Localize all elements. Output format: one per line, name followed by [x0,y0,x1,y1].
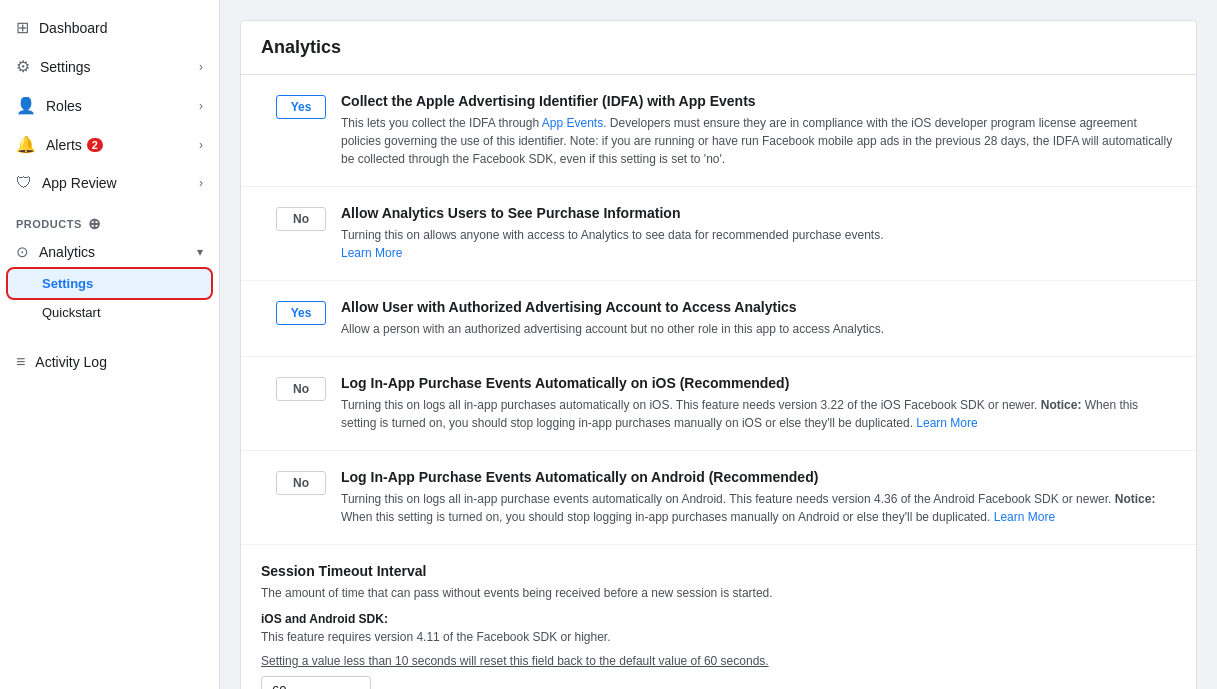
main-content: Analytics Yes Collect the Apple Advertis… [220,0,1217,689]
setting-title-idfa: Collect the Apple Advertising Identifier… [341,93,1176,109]
chevron-right-icon: › [199,176,203,190]
setting-title-android-purchase: Log In-App Purchase Events Automatically… [341,469,1176,485]
session-timeout-section: Session Timeout Interval The amount of t… [241,545,1196,689]
circle-check-icon: ⊙ [16,243,29,261]
setting-row-ios-purchase: No Log In-App Purchase Events Automatica… [241,357,1196,451]
toggle-btn-purchase-info[interactable]: No [276,207,326,231]
ios-android-desc2: Setting a value less than 10 seconds wil… [261,652,1176,670]
setting-content-android-purchase: Log In-App Purchase Events Automatically… [341,469,1176,526]
sidebar-item-analytics[interactable]: ⊙ Analytics ▾ [0,235,219,269]
setting-row-authorized-adv: Yes Allow User with Authorized Advertisi… [241,281,1196,357]
toggle-btn-android-purchase[interactable]: No [276,471,326,495]
setting-title-authorized-adv: Allow User with Authorized Advertising A… [341,299,1176,315]
setting-desc-purchase-info: Turning this on allows anyone with acces… [341,226,1176,262]
chevron-right-icon: › [199,138,203,152]
toggle-area-purchase-info: No [261,205,341,231]
ios-android-desc1: This feature requires version 4.11 of th… [261,628,1176,646]
sidebar-item-label: Alerts [46,137,82,153]
dashboard-icon: ⊞ [16,18,29,37]
session-timeout-title: Session Timeout Interval [261,563,1176,579]
sidebar-item-app-review[interactable]: 🛡 App Review › [0,164,219,202]
setting-desc-ios-purchase: Turning this on logs all in-app purchase… [341,396,1176,432]
sidebar-item-dashboard[interactable]: ⊞ Dashboard [0,8,219,47]
chevron-down-icon: ▾ [197,245,203,259]
alerts-badge: 2 [87,138,103,152]
toggle-area-ios-purchase: No [261,375,341,401]
bell-icon: 🔔 [16,135,36,154]
setting-row-android-purchase: No Log In-App Purchase Events Automatica… [241,451,1196,545]
setting-content-ios-purchase: Log In-App Purchase Events Automatically… [341,375,1176,432]
setting-row-idfa: Yes Collect the Apple Advertising Identi… [241,75,1196,187]
app-events-link[interactable]: App Events [542,116,603,130]
sidebar-item-alerts[interactable]: 🔔 Alerts 2 › [0,125,219,164]
sidebar: ⊞ Dashboard ⚙ Settings › 👤 Roles › 🔔 Ale… [0,0,220,689]
setting-content-purchase-info: Allow Analytics Users to See Purchase In… [341,205,1176,262]
ios-android-sdk-label: iOS and Android SDK: [261,612,1176,626]
setting-row-purchase-info: No Allow Analytics Users to See Purchase… [241,187,1196,281]
setting-content-authorized-adv: Allow User with Authorized Advertising A… [341,299,1176,338]
sidebar-item-label: Settings [40,59,91,75]
sidebar-item-label: Dashboard [39,20,108,36]
settings-icon: ⚙ [16,57,30,76]
session-timeout-input[interactable] [261,676,371,689]
chevron-right-icon: › [199,60,203,74]
session-timeout-desc: The amount of time that can pass without… [261,584,1176,602]
toggle-btn-idfa[interactable]: Yes [276,95,326,119]
roles-icon: 👤 [16,96,36,115]
setting-title-ios-purchase: Log In-App Purchase Events Automatically… [341,375,1176,391]
sidebar-item-label: Roles [46,98,82,114]
sub-item-label: Quickstart [42,305,101,320]
sidebar-sub-item-quickstart[interactable]: Quickstart [0,298,219,327]
setting-content-idfa: Collect the Apple Advertising Identifier… [341,93,1176,168]
products-section-label: PRODUCTS ⊕ [0,202,219,235]
sidebar-sub-item-settings[interactable]: Settings [8,269,211,298]
toggle-area-idfa: Yes [261,93,341,119]
learn-more-link-android[interactable]: Learn More [994,510,1055,524]
toggle-btn-authorized-adv[interactable]: Yes [276,301,326,325]
card-header: Analytics [241,21,1196,75]
setting-title-purchase-info: Allow Analytics Users to See Purchase In… [341,205,1176,221]
learn-more-link-ios[interactable]: Learn More [916,416,977,430]
setting-desc-idfa: This lets you collect the IDFA through A… [341,114,1176,168]
sidebar-item-label: App Review [42,175,117,191]
toggle-area-android-purchase: No [261,469,341,495]
setting-desc-android-purchase: Turning this on logs all in-app purchase… [341,490,1176,526]
shield-icon: 🛡 [16,174,32,192]
toggle-area-authorized-adv: Yes [261,299,341,325]
add-product-button[interactable]: ⊕ [88,216,102,231]
chevron-right-icon: › [199,99,203,113]
sidebar-item-activity-log[interactable]: ≡ Activity Log [0,343,219,381]
sidebar-item-settings[interactable]: ⚙ Settings › [0,47,219,86]
learn-more-link-purchase[interactable]: Learn More [341,246,402,260]
setting-desc-authorized-adv: Allow a person with an authorized advert… [341,320,1176,338]
sidebar-item-label: Activity Log [35,354,107,370]
page-title: Analytics [261,37,1176,58]
sub-item-label: Settings [42,276,93,291]
analytics-label: Analytics [39,244,95,260]
activity-log-icon: ≡ [16,353,25,371]
analytics-settings-card: Analytics Yes Collect the Apple Advertis… [240,20,1197,689]
sidebar-item-roles[interactable]: 👤 Roles › [0,86,219,125]
toggle-btn-ios-purchase[interactable]: No [276,377,326,401]
